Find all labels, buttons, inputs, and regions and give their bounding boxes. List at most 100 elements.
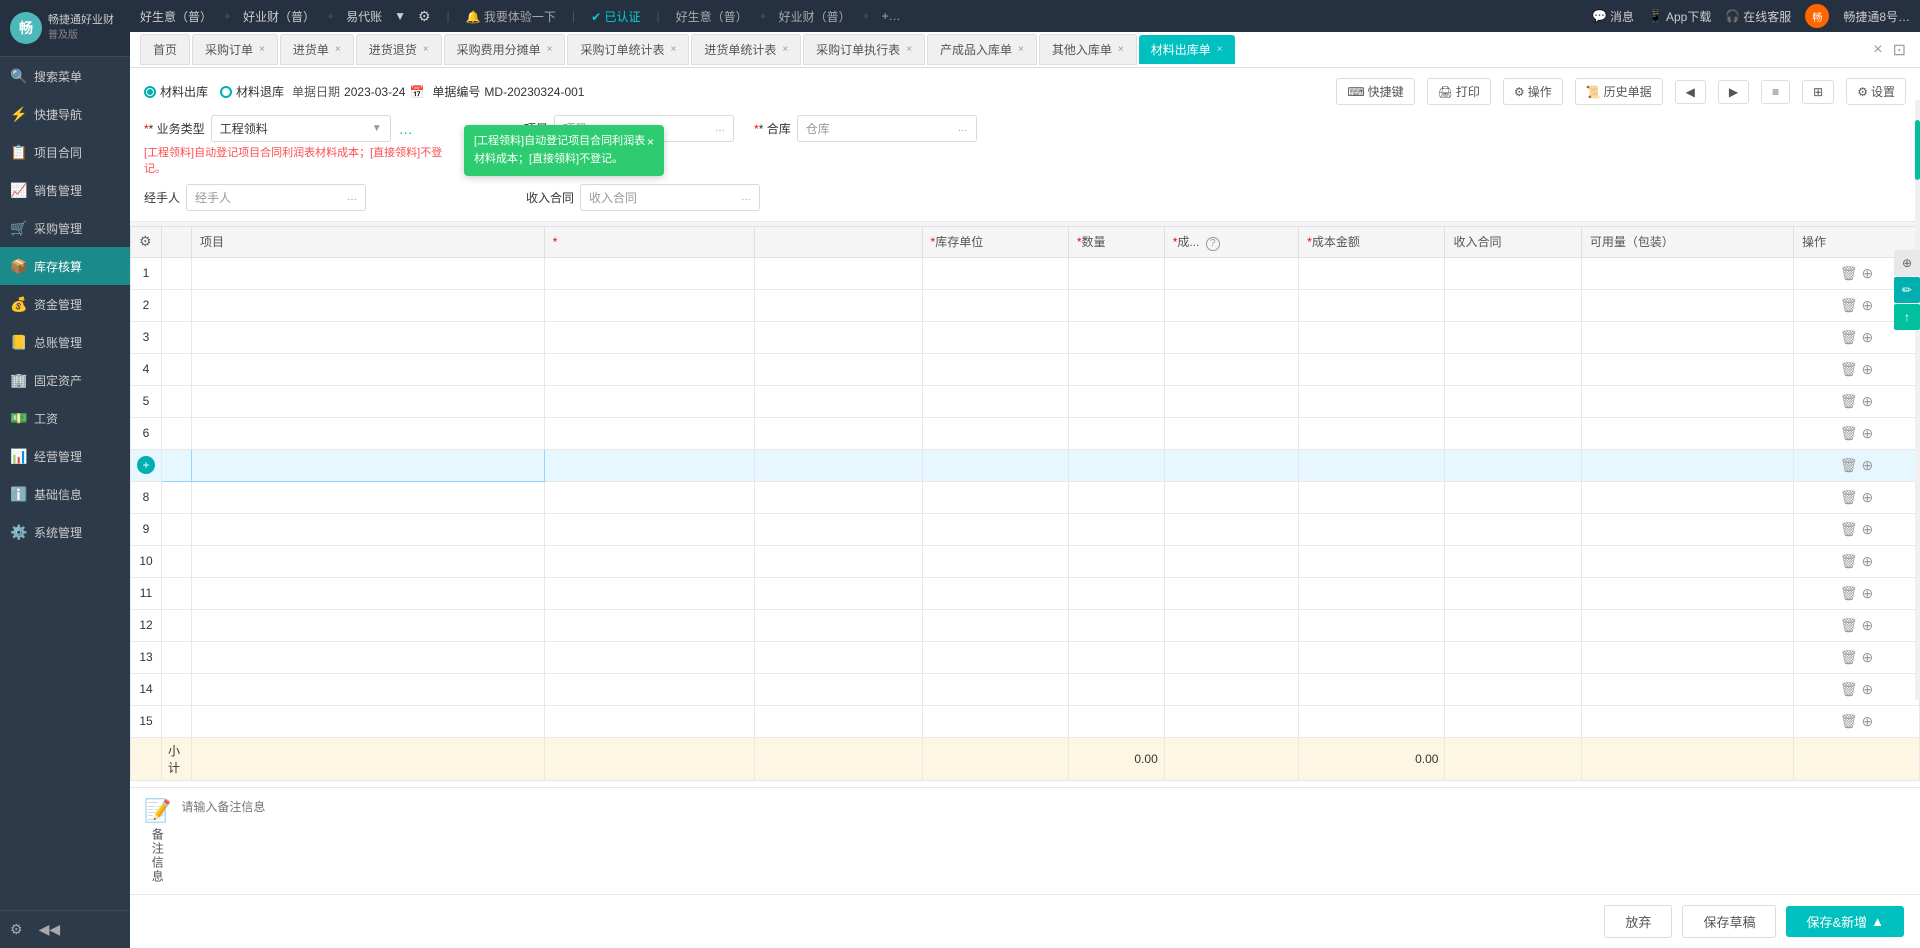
user-avatar[interactable]: 畅 [1805, 4, 1829, 28]
sidebar-item-system[interactable]: ⚙️ 系统管理 [0, 513, 130, 551]
sidebar-item-finance[interactable]: 💰 资金管理 [0, 285, 130, 323]
print-btn[interactable]: 🖨 打印 [1427, 78, 1491, 105]
topbar-haoyecai2[interactable]: 好业财（普） [779, 8, 851, 25]
tab-purchase-in-stat[interactable]: 进货单统计表 × [691, 34, 801, 65]
experience-btn[interactable]: 🔔 我要体验一下 [466, 8, 556, 25]
delete-row-icon[interactable]: 🗑 [1840, 425, 1858, 441]
copy-row-icon[interactable]: ⊕ [1862, 425, 1874, 441]
copy-row-icon[interactable]: ⊕ [1862, 585, 1874, 601]
delete-row-icon[interactable]: 🗑 [1840, 361, 1858, 377]
tab-close-purchase-in-stat[interactable]: × [782, 44, 788, 55]
copy-row-icon[interactable]: ⊕ [1862, 553, 1874, 569]
scrollbar-thumb[interactable] [1915, 120, 1920, 180]
sidebar-item-purchase[interactable]: 🛒 采购管理 [0, 209, 130, 247]
cost-info-icon[interactable]: ? [1206, 237, 1220, 251]
handler-select[interactable]: 经手人 … [186, 184, 366, 211]
business-type-select[interactable]: 工程领料 ▼ [211, 115, 391, 142]
copy-row-icon[interactable]: ⊕ [1862, 489, 1874, 505]
sidebar-item-basic-info[interactable]: ℹ️ 基础信息 [0, 475, 130, 513]
copy-row-icon[interactable]: ⊕ [1862, 361, 1874, 377]
topbar-dropdown-arrow[interactable]: ▼ [394, 9, 406, 23]
copy-row-icon[interactable]: ⊕ [1862, 457, 1874, 473]
column-settings-icon[interactable]: ⚙ [139, 233, 152, 249]
topbar-link-haoyecai[interactable]: 好业财（普） [243, 8, 315, 25]
tab-purchase-return[interactable]: 进货退货 × [356, 34, 442, 65]
tab-close-purchase-stat[interactable]: × [670, 44, 676, 55]
copy-row-icon[interactable]: ⊕ [1862, 617, 1874, 633]
delete-row-icon[interactable]: 🗑 [1840, 329, 1858, 345]
nav-prev-btn[interactable]: ◀ [1675, 80, 1706, 104]
operate-btn[interactable]: ⚙ 操作 [1503, 78, 1563, 105]
history-btn[interactable]: 📜 历史单据 [1575, 78, 1663, 105]
sidebar-item-project[interactable]: 📋 项目合同 [0, 133, 130, 171]
certified-badge[interactable]: ✔ 已认证 [591, 8, 640, 25]
online-service-link[interactable]: 🎧 在线客服 [1725, 8, 1791, 25]
tab-product-in[interactable]: 产成品入库单 × [927, 34, 1037, 65]
right-tool-2[interactable]: ✏ [1894, 277, 1920, 303]
col-settings[interactable]: ⚙ [131, 227, 162, 258]
cell-input-material[interactable] [198, 458, 538, 472]
tab-purchase-exec[interactable]: 采购订单执行表 × [803, 34, 925, 65]
tab-purchase-expense[interactable]: 采购费用分摊单 × [444, 34, 566, 65]
settings-bottom-icon[interactable]: ⚙ [10, 921, 23, 938]
tab-close-purchase-in[interactable]: × [335, 44, 341, 55]
income-contract-select[interactable]: 收入合同 … [580, 184, 760, 211]
delete-row-icon[interactable]: 🗑 [1840, 521, 1858, 537]
shortcut-btn[interactable]: ⌨ 快捷键 [1336, 78, 1414, 105]
delete-row-icon[interactable]: 🗑 [1840, 713, 1858, 729]
date-value[interactable]: 2023-03-24 [344, 85, 405, 99]
delete-row-icon[interactable]: 🗑 [1840, 457, 1858, 473]
settings-btn[interactable]: ⚙ 设置 [1846, 78, 1906, 105]
delete-row-icon[interactable]: 🗑 [1840, 489, 1858, 505]
sidebar-item-operations[interactable]: 📊 经营管理 [0, 437, 130, 475]
right-tool-3[interactable]: ↑ [1894, 304, 1920, 330]
copy-row-icon[interactable]: ⊕ [1862, 521, 1874, 537]
tab-close-other-in[interactable]: × [1118, 44, 1124, 55]
cell-input-project[interactable] [168, 458, 185, 472]
app-download-link[interactable]: 📱 App下载 [1648, 8, 1711, 25]
copy-row-icon[interactable]: ⊕ [1862, 393, 1874, 409]
right-tool-1[interactable]: ⊕ [1894, 250, 1920, 276]
view-grid-btn[interactable]: ⊞ [1802, 80, 1834, 104]
tab-close-purchase-order[interactable]: × [259, 44, 265, 55]
sidebar-item-quicknav[interactable]: ⚡ 快捷导航 [0, 95, 130, 133]
nav-next-btn[interactable]: ▶ [1718, 80, 1749, 104]
sidebar-item-payroll[interactable]: 💵 工资 [0, 399, 130, 437]
delete-row-icon[interactable]: 🗑 [1840, 617, 1858, 633]
copy-row-icon[interactable]: ⊕ [1862, 329, 1874, 345]
sidebar-item-search[interactable]: 🔍 搜索菜单 [0, 57, 130, 95]
tab-other-in[interactable]: 其他入库单 × [1039, 34, 1137, 65]
delete-row-icon[interactable]: 🗑 [1840, 585, 1858, 601]
delete-row-icon[interactable]: 🗑 [1840, 297, 1858, 313]
copy-row-icon[interactable]: ⊕ [1862, 265, 1874, 281]
info-circle-icon[interactable]: … [399, 121, 413, 137]
delete-row-icon[interactable]: 🗑 [1840, 649, 1858, 665]
copy-row-icon[interactable]: ⊕ [1862, 681, 1874, 697]
tab-expand-icon[interactable]: ⊡ [1889, 40, 1910, 60]
tab-home[interactable]: 首页 [140, 34, 190, 65]
copy-row-icon[interactable]: ⊕ [1862, 649, 1874, 665]
tab-window-close[interactable]: × [1869, 41, 1886, 59]
save-new-btn[interactable]: 保存&新增 ▲ [1786, 906, 1904, 937]
tab-close-purchase-expense[interactable]: × [547, 44, 553, 55]
topbar-link-haoshengyi[interactable]: 好生意（普） [140, 8, 212, 25]
sidebar-item-inventory[interactable]: 📦 库存核算 [0, 247, 130, 285]
add-row-btn[interactable]: + [137, 456, 155, 474]
radio-material-return[interactable]: 材料退库 [220, 83, 284, 100]
view-list-btn[interactable]: ≡ [1761, 80, 1790, 104]
warehouse-select[interactable]: 仓库 … [797, 115, 977, 142]
delete-row-icon[interactable]: 🗑 [1840, 265, 1858, 281]
tab-purchase-stat[interactable]: 采购订单统计表 × [567, 34, 689, 65]
copy-row-icon[interactable]: ⊕ [1862, 713, 1874, 729]
tab-close-material-out[interactable]: × [1217, 44, 1223, 55]
sidebar-item-sales[interactable]: 📈 销售管理 [0, 171, 130, 209]
delete-row-icon[interactable]: 🗑 [1840, 681, 1858, 697]
tab-purchase-in[interactable]: 进货单 × [280, 34, 354, 65]
gear-nav-icon[interactable]: ⚙ [418, 8, 431, 25]
copy-row-icon[interactable]: ⊕ [1862, 297, 1874, 313]
calendar-icon[interactable]: 📅 [409, 85, 424, 99]
tab-close-purchase-return[interactable]: × [423, 44, 429, 55]
delete-row-icon[interactable]: 🗑 [1840, 553, 1858, 569]
tab-material-out[interactable]: 材料出库单 × [1139, 35, 1235, 64]
abandon-btn[interactable]: 放弃 [1604, 905, 1672, 938]
